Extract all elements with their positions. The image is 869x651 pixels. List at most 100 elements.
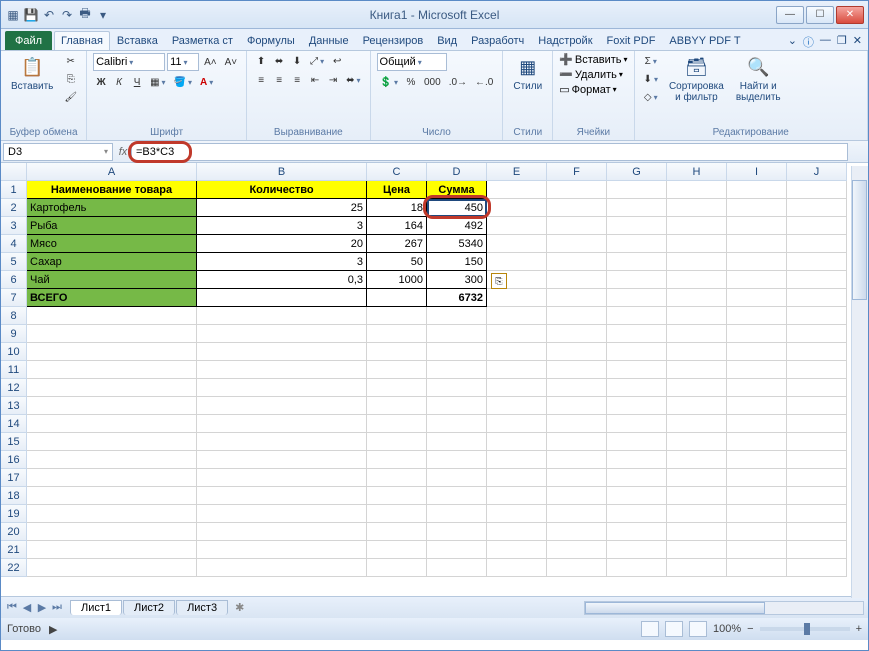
cell[interactable] [787, 433, 847, 451]
cell[interactable] [727, 559, 787, 577]
cell[interactable] [367, 325, 427, 343]
font-size-select[interactable]: 11 [167, 53, 199, 71]
autosum-icon[interactable]: Σ [641, 53, 661, 69]
cell[interactable] [367, 541, 427, 559]
tab-home[interactable]: Главная [54, 31, 110, 50]
column-header[interactable]: A [27, 163, 197, 181]
cell[interactable] [667, 217, 727, 235]
worksheet[interactable]: ABCDEFGHIJ1Наименование товараКоличество… [1, 163, 868, 596]
cell[interactable] [27, 361, 197, 379]
cell[interactable] [427, 343, 487, 361]
cell[interactable] [547, 505, 607, 523]
cell[interactable] [727, 415, 787, 433]
row-header[interactable]: 7 [1, 289, 27, 307]
cell[interactable] [547, 343, 607, 361]
cell[interactable]: 6732 [427, 289, 487, 307]
cell[interactable] [727, 379, 787, 397]
cut-icon[interactable]: ✂ [61, 53, 80, 69]
row-header[interactable]: 6 [1, 271, 27, 289]
cell[interactable] [667, 361, 727, 379]
cell[interactable] [667, 523, 727, 541]
comma-icon[interactable]: 000 [421, 74, 444, 90]
cell[interactable] [607, 397, 667, 415]
cell[interactable] [427, 379, 487, 397]
cell[interactable] [547, 181, 607, 199]
cell[interactable] [667, 397, 727, 415]
cell[interactable]: Рыба [27, 217, 197, 235]
cell[interactable] [607, 379, 667, 397]
cell[interactable] [727, 217, 787, 235]
cell[interactable]: Мясо [27, 235, 197, 253]
cell[interactable] [367, 487, 427, 505]
row-header[interactable]: 10 [1, 343, 27, 361]
merge-icon[interactable]: ⬌ [343, 72, 363, 88]
cell[interactable] [727, 541, 787, 559]
align-bottom-icon[interactable]: ⬇ [289, 53, 305, 69]
cell[interactable] [27, 559, 197, 577]
cell[interactable] [427, 325, 487, 343]
cell[interactable]: ВСЕГО [27, 289, 197, 307]
cell[interactable]: 150 [427, 253, 487, 271]
row-header[interactable]: 15 [1, 433, 27, 451]
cell[interactable] [487, 217, 547, 235]
name-box[interactable]: D3▾ [3, 143, 113, 161]
cell[interactable] [487, 199, 547, 217]
maximize-button[interactable]: ☐ [806, 6, 834, 24]
cell[interactable] [607, 505, 667, 523]
cell[interactable] [727, 397, 787, 415]
cell[interactable] [197, 523, 367, 541]
window-close-icon[interactable]: ✕ [853, 34, 862, 50]
delete-cells-button[interactable]: ➖Удалить▾ [559, 68, 627, 81]
normal-view-icon[interactable] [641, 621, 659, 637]
scroll-thumb[interactable] [585, 602, 765, 614]
cell[interactable] [367, 379, 427, 397]
more-icon[interactable]: ▾ [95, 7, 111, 23]
align-left-icon[interactable]: ≡ [253, 72, 269, 88]
cell[interactable] [27, 379, 197, 397]
cell[interactable] [197, 415, 367, 433]
fill-color-button[interactable]: 🪣 [171, 74, 195, 90]
cell[interactable] [487, 559, 547, 577]
cell[interactable] [547, 487, 607, 505]
cell[interactable] [727, 199, 787, 217]
cell[interactable] [27, 415, 197, 433]
cell[interactable] [727, 235, 787, 253]
row-header[interactable]: 11 [1, 361, 27, 379]
cell[interactable] [547, 325, 607, 343]
cell[interactable] [27, 397, 197, 415]
vertical-scrollbar[interactable] [851, 166, 868, 598]
cell[interactable] [367, 469, 427, 487]
cell[interactable] [427, 469, 487, 487]
cell[interactable] [667, 289, 727, 307]
row-header[interactable]: 4 [1, 235, 27, 253]
cell[interactable] [667, 433, 727, 451]
cell[interactable]: 1000 [367, 271, 427, 289]
cell[interactable] [487, 523, 547, 541]
next-sheet-icon[interactable]: ▶ [35, 601, 49, 614]
cell[interactable] [667, 307, 727, 325]
row-header[interactable]: 9 [1, 325, 27, 343]
column-header[interactable]: G [607, 163, 667, 181]
cell[interactable] [367, 451, 427, 469]
column-header[interactable]: B [197, 163, 367, 181]
cell[interactable]: 450 [427, 199, 487, 217]
align-right-icon[interactable]: ≡ [289, 72, 305, 88]
tab-view[interactable]: Вид [430, 31, 464, 50]
column-header[interactable]: H [667, 163, 727, 181]
row-header[interactable]: 16 [1, 451, 27, 469]
cell[interactable] [727, 325, 787, 343]
cell[interactable] [727, 307, 787, 325]
macro-icon[interactable]: ▶ [49, 623, 57, 636]
cell[interactable] [547, 541, 607, 559]
cell[interactable] [667, 325, 727, 343]
cell[interactable]: Цена [367, 181, 427, 199]
cell[interactable] [427, 397, 487, 415]
cell[interactable] [197, 307, 367, 325]
font-color-button[interactable]: A [197, 74, 216, 90]
cell[interactable] [787, 181, 847, 199]
currency-icon[interactable]: 💲 [377, 74, 401, 90]
cell[interactable] [607, 217, 667, 235]
cell[interactable] [197, 343, 367, 361]
cell[interactable] [427, 361, 487, 379]
percent-icon[interactable]: % [403, 74, 419, 90]
